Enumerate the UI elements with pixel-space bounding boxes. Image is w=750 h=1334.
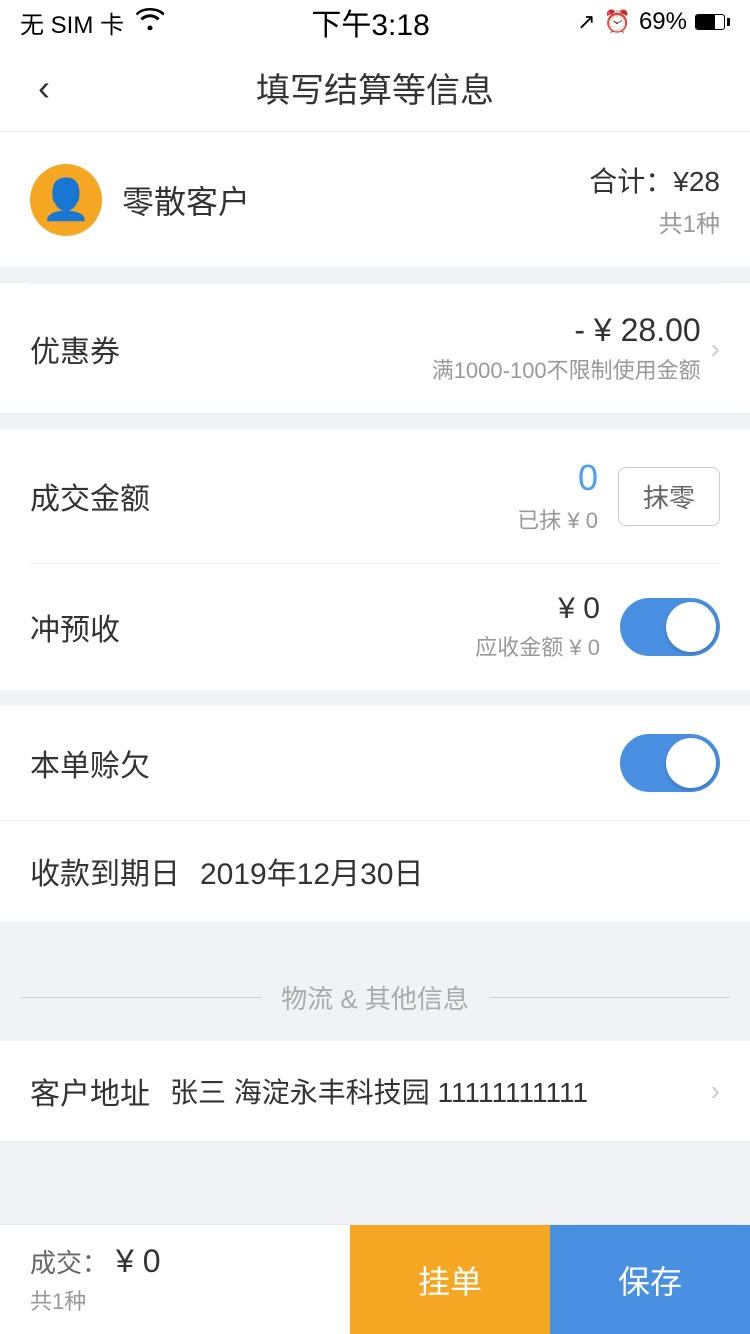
- prereceive-toggle[interactable]: [620, 598, 720, 656]
- amount-right: 0 已抹 ¥ 0 抹零: [517, 457, 720, 535]
- debt-row: 本单赊欠: [0, 706, 750, 820]
- alarm-icon: ⏰: [604, 9, 631, 35]
- prereceive-values: ¥ 0 应收金额 ¥ 0: [475, 592, 600, 662]
- customer-name: 零散客户: [122, 177, 250, 223]
- nav-bar: ‹ 填写结算等信息: [0, 44, 750, 132]
- customer-row: 👤 零散客户 合计：¥28 共1种: [0, 132, 750, 267]
- amount-row: 成交金额 0 已抹 ¥ 0 抹零: [0, 429, 750, 563]
- coupon-chevron-icon: ›: [711, 333, 720, 365]
- debt-label: 本单赊欠: [30, 741, 150, 785]
- prereceive-amount: ¥ 0: [475, 592, 600, 626]
- amount-section: 成交金额 0 已抹 ¥ 0 抹零 冲预收 ¥ 0 应收金额 ¥ 0: [0, 429, 750, 690]
- status-bar-right: ↗ ⏰ 69%: [577, 8, 730, 36]
- status-bar-time: 下午3:18: [311, 0, 429, 44]
- coupon-desc: 满1000-100不限制使用金额: [432, 353, 701, 385]
- separator-2: [0, 690, 750, 706]
- battery-icon: [695, 14, 730, 30]
- total-amount: 合计：¥28: [589, 160, 720, 200]
- hang-button[interactable]: 挂单: [350, 1225, 550, 1334]
- no-sim-text: 无 SIM 卡: [20, 5, 124, 40]
- round-button[interactable]: 抹零: [618, 467, 720, 526]
- address-value: 张三 海淀永丰科技园 11111111111: [170, 1071, 711, 1111]
- address-chevron-icon: ›: [711, 1075, 720, 1107]
- logistics-section-header: 物流 & 其他信息: [0, 953, 750, 1041]
- status-bar: 无 SIM 卡 下午3:18 ↗ ⏰ 69%: [0, 0, 750, 44]
- logistics-divider-right: [489, 997, 730, 998]
- nav-title: 填写结算等信息: [256, 63, 494, 112]
- separator-1: [0, 413, 750, 429]
- location-icon: ↗: [577, 9, 595, 35]
- save-button[interactable]: 保存: [550, 1225, 750, 1334]
- address-section[interactable]: 客户地址 张三 海淀永丰科技园 11111111111 ›: [0, 1041, 750, 1141]
- back-button[interactable]: ‹: [28, 57, 60, 119]
- prereceive-sub: 应收金额 ¥ 0: [475, 630, 600, 662]
- prereceive-row: 冲预收 ¥ 0 应收金额 ¥ 0: [0, 564, 750, 690]
- coupon-label: 优惠券: [30, 327, 120, 371]
- logistics-divider-left: [20, 997, 261, 998]
- status-bar-left: 无 SIM 卡: [20, 5, 164, 40]
- bottom-deal-amount: ¥ 0: [116, 1243, 160, 1280]
- prereceive-right: ¥ 0 应收金额 ¥ 0: [475, 592, 720, 662]
- due-label: 收款到期日: [30, 849, 180, 893]
- debt-toggle[interactable]: [620, 734, 720, 792]
- total-count: 共1种: [589, 204, 720, 239]
- amount-label: 成交金额: [30, 474, 150, 518]
- customer-left: 👤 零散客户: [30, 164, 250, 236]
- avatar-icon: 👤: [41, 176, 91, 223]
- coupon-section[interactable]: 优惠券 - ¥ 28.00 满1000-100不限制使用金额 ›: [0, 283, 750, 413]
- debt-section: 本单赊欠 收款到期日 2019年12月30日: [0, 706, 750, 921]
- coupon-row[interactable]: 优惠券 - ¥ 28.00 满1000-100不限制使用金额 ›: [0, 284, 750, 413]
- toggle-knob: [666, 602, 716, 652]
- bottom-count: 共1种: [30, 1284, 320, 1316]
- coupon-right-inner: - ¥ 28.00 满1000-100不限制使用金额: [432, 312, 701, 385]
- bottom-deal-label: 成交：: [30, 1243, 108, 1280]
- avatar: 👤: [30, 164, 102, 236]
- separator-3: [0, 937, 750, 953]
- amount-value-block: 0 已抹 ¥ 0: [517, 457, 598, 535]
- debt-toggle-knob: [666, 738, 716, 788]
- battery-percent: 69%: [639, 8, 687, 36]
- wifi-icon: [136, 8, 164, 36]
- address-label: 客户地址: [30, 1069, 150, 1113]
- amount-sub: 已抹 ¥ 0: [517, 503, 598, 535]
- logistics-label: 物流 & 其他信息: [281, 979, 469, 1016]
- bottom-info: 成交： ¥ 0 共1种: [0, 1243, 350, 1316]
- due-value: 2019年12月30日: [200, 849, 423, 893]
- amount-value: 0: [517, 457, 598, 499]
- due-date-row: 收款到期日 2019年12月30日: [0, 820, 750, 921]
- coupon-discount: - ¥ 28.00: [432, 312, 701, 349]
- bottom-bar: 成交： ¥ 0 共1种 挂单 保存: [0, 1224, 750, 1334]
- customer-section: 👤 零散客户 合计：¥28 共1种: [0, 132, 750, 267]
- bottom-deal-row: 成交： ¥ 0: [30, 1243, 320, 1280]
- prereceive-label: 冲预收: [30, 605, 120, 649]
- coupon-right: - ¥ 28.00 满1000-100不限制使用金额 ›: [432, 312, 720, 385]
- address-row[interactable]: 客户地址 张三 海淀永丰科技园 11111111111 ›: [0, 1041, 750, 1141]
- customer-right: 合计：¥28 共1种: [589, 160, 720, 239]
